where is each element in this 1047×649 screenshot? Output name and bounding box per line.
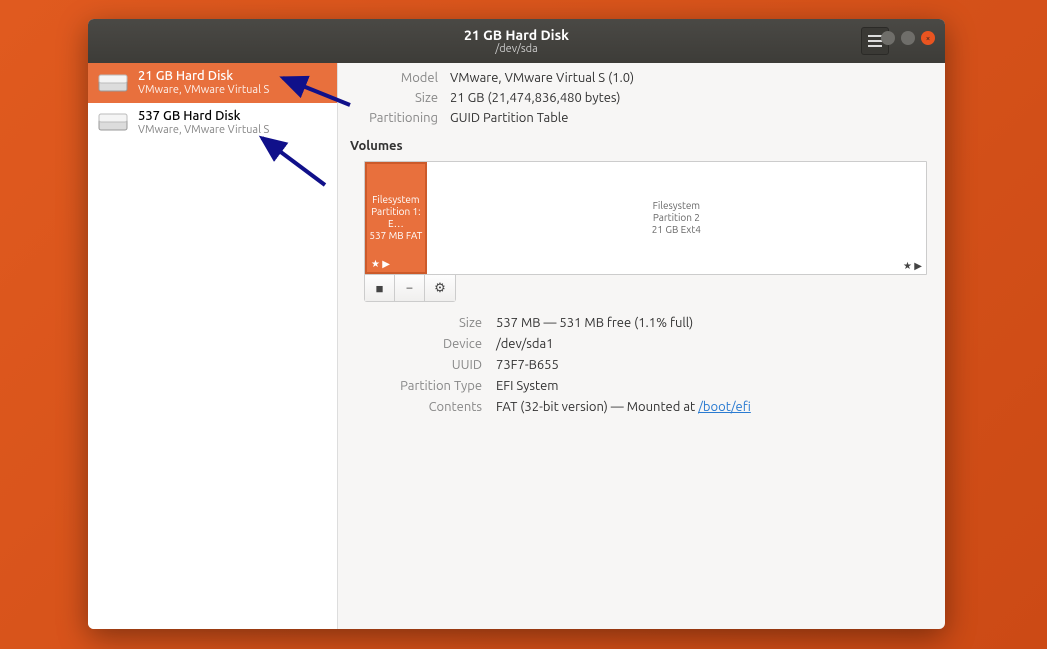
titlebar: 21 GB Hard Disk /dev/sda × — [88, 19, 945, 63]
window-body: 21 GB Hard Disk VMware, VMware Virtual S… — [88, 63, 945, 629]
volumes-header: Volumes — [350, 139, 927, 153]
disk-text: 537 GB Hard Disk VMware, VMware Virtual … — [138, 109, 269, 137]
psize-value: 537 MB — 531 MB free (1.1% full) — [496, 316, 927, 330]
disk-sidebar: 21 GB Hard Disk VMware, VMware Virtual S… — [88, 63, 338, 629]
disk-title: 537 GB Hard Disk — [138, 109, 269, 124]
vol-line: 537 MB FAT — [369, 230, 422, 242]
size-label: Size — [348, 91, 438, 105]
size-value: 21 GB (21,474,836,480 bytes) — [450, 91, 927, 105]
vol-line: Filesystem — [653, 200, 700, 212]
volume-segment-1[interactable]: Filesystem Partition 2 21 GB Ext4 ★ ▶ — [427, 162, 926, 274]
partitioning-value: GUID Partition Table — [450, 111, 927, 125]
unmount-button[interactable]: ■ — [365, 275, 395, 301]
window-subtitle: /dev/sda — [88, 43, 945, 56]
volume-toolbar: ■ − ⚙ — [364, 275, 456, 302]
partition-info-grid: Size 537 MB — 531 MB free (1.1% full) De… — [362, 316, 927, 414]
minimize-button[interactable] — [881, 31, 895, 45]
model-label: Model — [348, 71, 438, 85]
vol-line: Partition 1: E… — [367, 206, 425, 230]
partitioning-label: Partitioning — [348, 111, 438, 125]
window-controls: × — [881, 31, 935, 45]
more-options-button[interactable]: ⚙ — [425, 275, 455, 301]
contents-value: FAT (32-bit version) — Mounted at /boot/… — [496, 400, 927, 414]
device-value: /dev/sda1 — [496, 337, 927, 351]
window-title: 21 GB Hard Disk — [88, 27, 945, 43]
vol-footer-icons: ★ ▶ — [903, 260, 922, 272]
disk-title: 21 GB Hard Disk — [138, 69, 269, 84]
maximize-button[interactable] — [901, 31, 915, 45]
uuid-label: UUID — [362, 358, 482, 372]
uuid-value: 73F7-B655 — [496, 358, 927, 372]
psize-label: Size — [362, 316, 482, 330]
disk-text: 21 GB Hard Disk VMware, VMware Virtual S — [138, 69, 269, 97]
disk-sub: VMware, VMware Virtual S — [138, 84, 269, 97]
vol-line: Filesystem — [372, 194, 419, 206]
disk-info-grid: Model VMware, VMware Virtual S (1.0) Siz… — [348, 71, 927, 125]
vol-line: 21 GB Ext4 — [652, 224, 701, 236]
ptype-value: EFI System — [496, 379, 927, 393]
device-label: Device — [362, 337, 482, 351]
harddisk-icon — [98, 73, 128, 93]
disk-sub: VMware, VMware Virtual S — [138, 124, 269, 137]
title-area: 21 GB Hard Disk /dev/sda — [88, 27, 945, 56]
vol-footer-icons: ★ ▶ — [371, 258, 390, 270]
model-value: VMware, VMware Virtual S (1.0) — [450, 71, 927, 85]
disks-window: 21 GB Hard Disk /dev/sda × 21 GB Hard Di… — [88, 19, 945, 629]
volume-segment-0[interactable]: Filesystem Partition 1: E… 537 MB FAT ★ … — [365, 162, 427, 274]
content-pane: Model VMware, VMware Virtual S (1.0) Siz… — [338, 63, 945, 629]
harddisk-icon — [98, 112, 128, 132]
sidebar-disk-1[interactable]: 537 GB Hard Disk VMware, VMware Virtual … — [88, 103, 337, 143]
contents-prefix: FAT (32-bit version) — Mounted at — [496, 400, 698, 414]
hamburger-icon — [868, 35, 882, 47]
close-button[interactable]: × — [921, 31, 935, 45]
volumes-box: Filesystem Partition 1: E… 537 MB FAT ★ … — [364, 161, 927, 275]
vol-line: Partition 2 — [653, 212, 700, 224]
volumes-bar: Filesystem Partition 1: E… 537 MB FAT ★ … — [365, 162, 926, 274]
mount-link[interactable]: /boot/efi — [698, 400, 751, 414]
delete-partition-button[interactable]: − — [395, 275, 425, 301]
contents-label: Contents — [362, 400, 482, 414]
ptype-label: Partition Type — [362, 379, 482, 393]
sidebar-disk-0[interactable]: 21 GB Hard Disk VMware, VMware Virtual S — [88, 63, 337, 103]
